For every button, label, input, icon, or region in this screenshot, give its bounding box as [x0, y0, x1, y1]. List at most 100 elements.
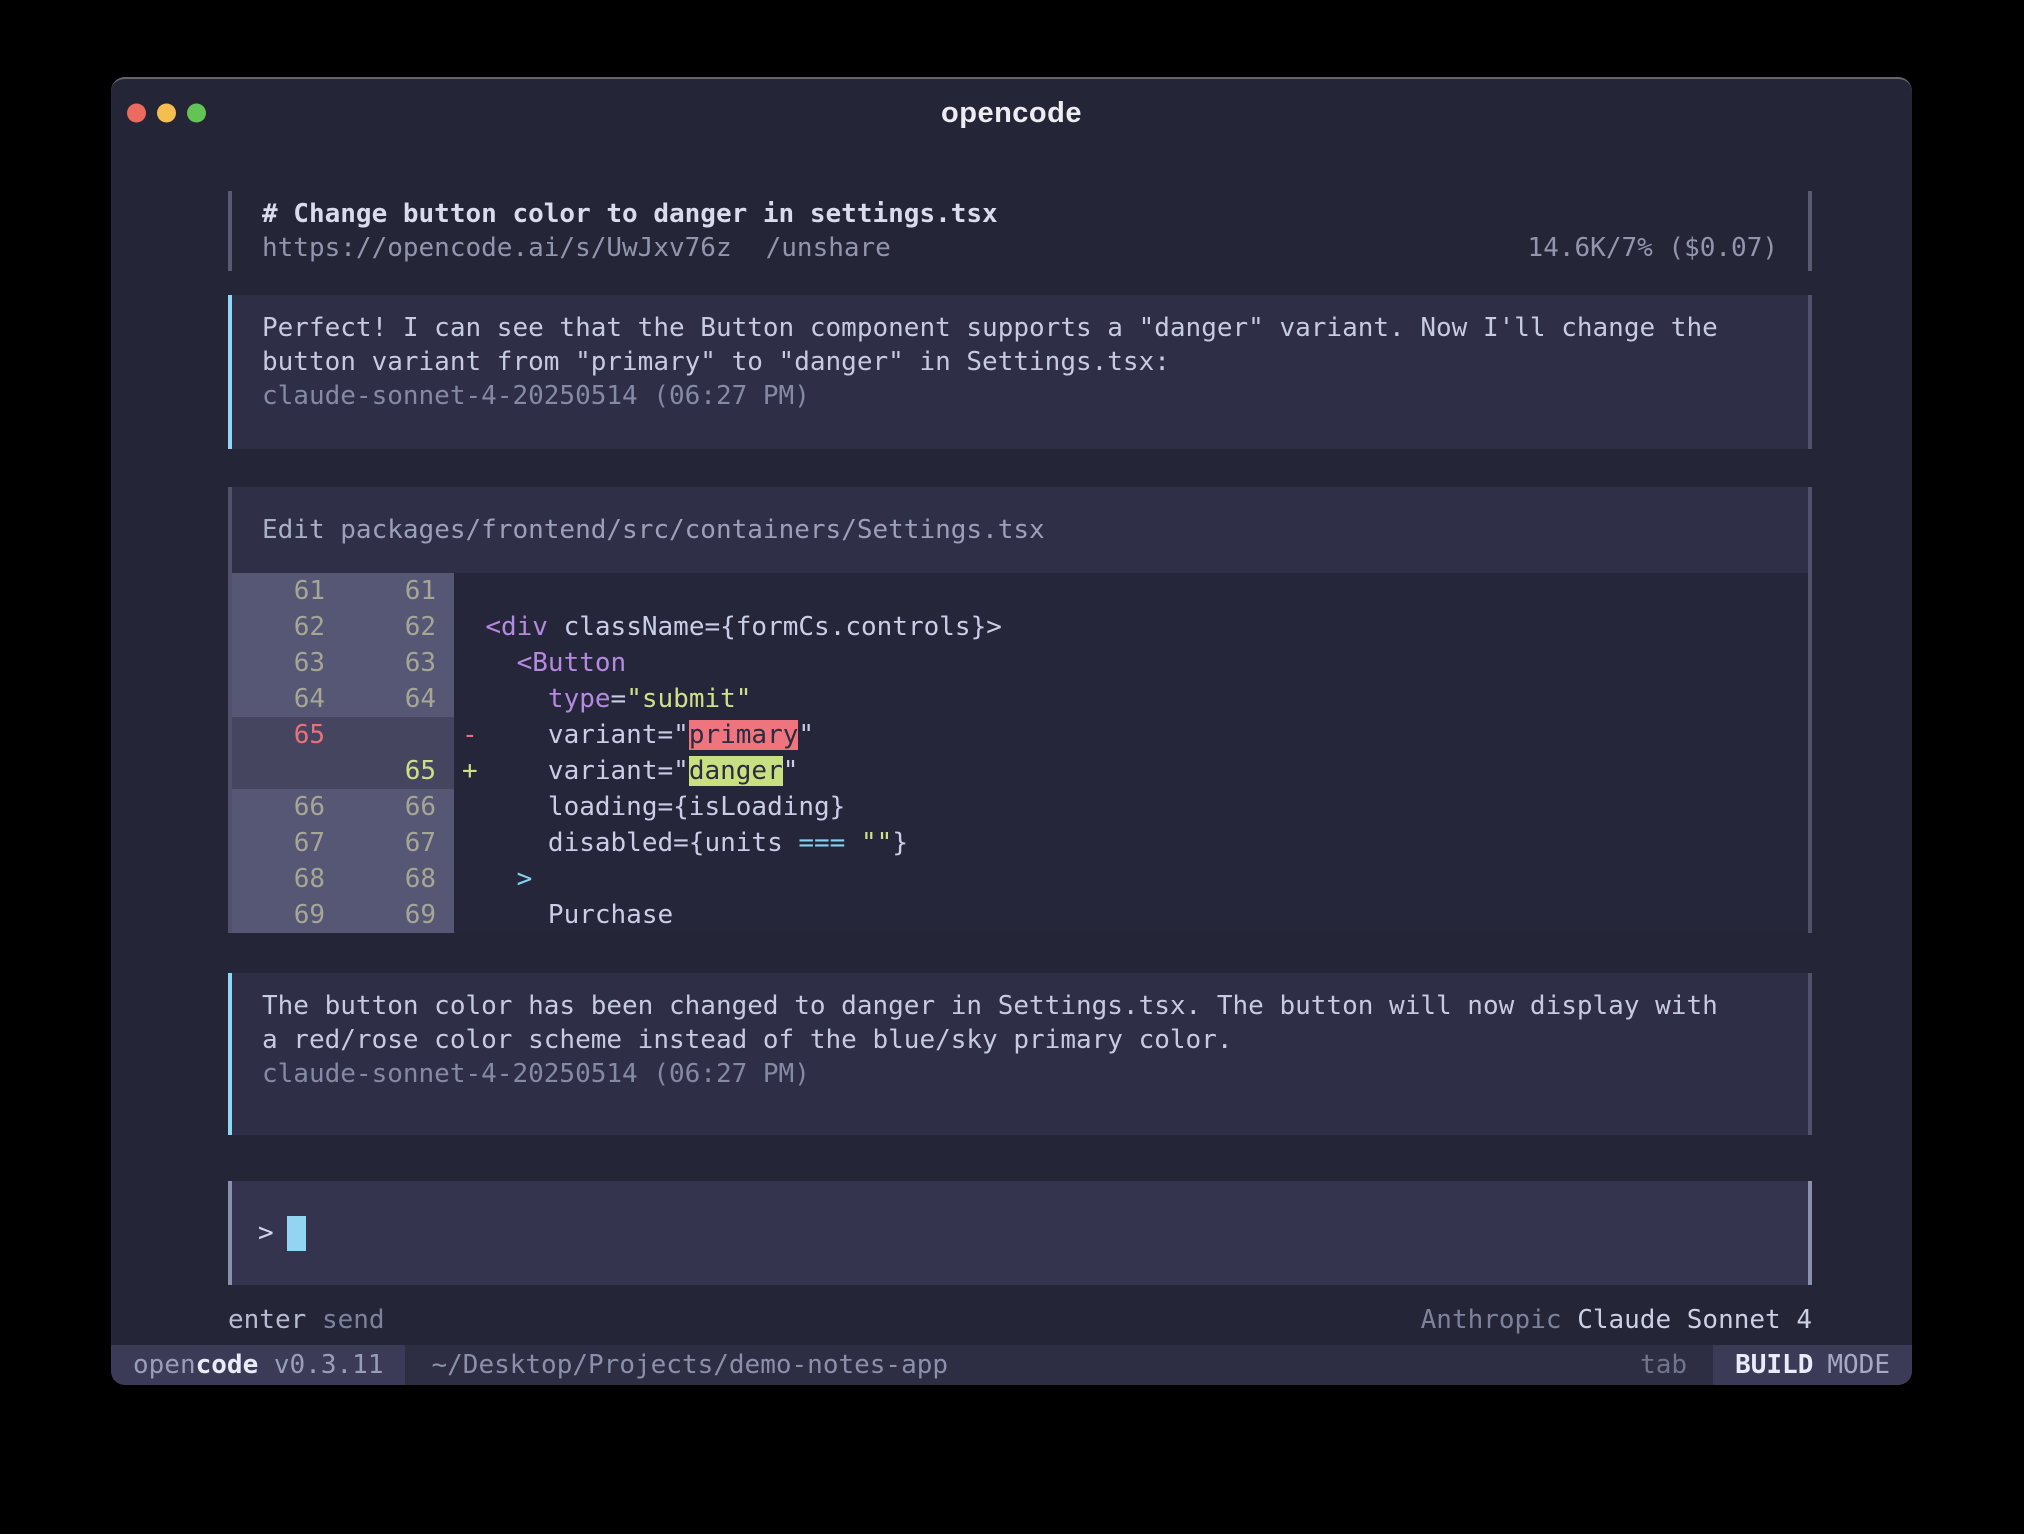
app-version-chip: opencode v0.3.11	[111, 1345, 405, 1385]
diff-row: 6767 disabled={units === ""}	[232, 825, 1808, 861]
code-token	[454, 648, 517, 678]
diff-new-line-number: 62	[343, 609, 454, 645]
diff-code-cell: + variant="danger"	[454, 753, 1808, 789]
code-token	[454, 612, 485, 642]
close-button[interactable]	[127, 104, 146, 123]
diff-new-line-number: 67	[343, 825, 454, 861]
mode-name: BUILD	[1735, 1350, 1813, 1380]
diff-old-line-number: 63	[232, 645, 343, 681]
diff-new-line-number: 65	[343, 753, 454, 789]
diff-row: 6464 type="submit"	[232, 681, 1808, 717]
code-token: ""	[861, 828, 892, 858]
diff-table: 61616262 <div className={formCs.controls…	[232, 573, 1808, 933]
status-bar: opencode v0.3.11 ~/Desktop/Projects/demo…	[111, 1345, 1912, 1385]
code-token: <div	[485, 612, 548, 642]
message-line: The button color has been changed to dan…	[262, 989, 1778, 1023]
app-name-open: open	[133, 1350, 196, 1380]
diff-removed-marker: -	[462, 717, 478, 753]
diff-old-line-number: 61	[232, 573, 343, 609]
edit-tool-card: Edit packages/frontend/src/containers/Se…	[228, 487, 1812, 933]
app-window: opencode # Change button color to danger…	[111, 77, 1912, 1385]
code-token	[845, 828, 861, 858]
share-url-link[interactable]: https://opencode.ai/s/UwJxv76z	[262, 231, 732, 265]
provider-name: Anthropic	[1421, 1305, 1562, 1335]
diff-old-line-number: 64	[232, 681, 343, 717]
diff-row: 6969 Purchase	[232, 897, 1808, 933]
enter-key-hint: enter	[228, 1305, 306, 1335]
context-stats: 14.6K/7% ($0.07)	[1528, 231, 1778, 265]
diff-code-line: Purchase	[454, 900, 673, 930]
diff-code-cell: loading={isLoading}	[454, 789, 1808, 825]
diff-new-line-number: 64	[343, 681, 454, 717]
diff-new-line-number: 61	[343, 573, 454, 609]
session-share-row: https://opencode.ai/s/UwJxv76z /unshare	[262, 231, 891, 265]
diff-new-line-number: 63	[343, 645, 454, 681]
working-directory: ~/Desktop/Projects/demo-notes-app	[431, 1350, 948, 1380]
code-token: "submit"	[626, 684, 751, 714]
code-token: disabled={units	[454, 828, 798, 858]
session-title: # Change button color to danger in setti…	[262, 197, 1778, 231]
unshare-command[interactable]: /unshare	[766, 231, 891, 265]
diff-code-line: variant="danger"	[454, 756, 798, 786]
code-token: ===	[798, 828, 845, 858]
diff-row: 6262 <div className={formCs.controls}>	[232, 609, 1808, 645]
mode-suffix: MODE	[1827, 1350, 1890, 1380]
minimize-button[interactable]	[157, 104, 176, 123]
message-line: button variant from "primary" to "danger…	[262, 345, 1778, 379]
message-model-meta: claude-sonnet-4-20250514 (06:27 PM)	[262, 379, 1778, 413]
zoom-button[interactable]	[187, 104, 206, 123]
diff-code-line: disabled={units === ""}	[454, 828, 908, 858]
diff-code-cell: >	[454, 861, 1808, 897]
diff-code-cell: - variant="primary"	[454, 717, 1808, 753]
diff-code-cell: <Button	[454, 645, 1808, 681]
diff-code-cell: <div className={formCs.controls}>	[454, 609, 1808, 645]
code-token: "	[798, 720, 814, 750]
code-token: loading={isLoading}	[454, 792, 845, 822]
code-token: =	[611, 684, 627, 714]
message-line: a red/rose color scheme instead of the b…	[262, 1023, 1778, 1057]
diff-code-line: type="submit"	[454, 684, 751, 714]
diff-code-line: variant="primary"	[454, 720, 814, 750]
code-token: <Button	[517, 648, 627, 678]
code-token: danger	[689, 756, 783, 786]
app-name-code: code	[196, 1350, 259, 1380]
diff-code-line: <Button	[454, 648, 626, 678]
diff-old-line-number: 62	[232, 609, 343, 645]
diff-row: 6161	[232, 573, 1808, 609]
send-hint: enter send	[228, 1303, 385, 1337]
diff-row: 65- variant="primary"	[232, 717, 1808, 753]
diff-code-cell: Purchase	[454, 897, 1808, 933]
diff-added-marker: +	[462, 753, 478, 789]
code-token: primary	[689, 720, 799, 750]
model-name: Claude Sonnet 4	[1577, 1305, 1812, 1335]
code-token: type	[548, 684, 611, 714]
diff-new-line-number	[343, 717, 454, 753]
edit-file-path: packages/frontend/src/containers/Setting…	[340, 515, 1044, 545]
diff-row: 6666 loading={isLoading}	[232, 789, 1808, 825]
send-action-hint: send	[322, 1305, 385, 1335]
diff-row: 6868 >	[232, 861, 1808, 897]
code-token: }	[892, 828, 908, 858]
assistant-message: The button color has been changed to dan…	[228, 973, 1812, 1135]
tab-key-hint: tab	[1640, 1350, 1687, 1380]
mode-chip[interactable]: BUILD MODE	[1713, 1345, 1912, 1385]
diff-new-line-number: 68	[343, 861, 454, 897]
diff-row: 65+ variant="danger"	[232, 753, 1808, 789]
diff-code-line: >	[454, 864, 532, 894]
message-line: Perfect! I can see that the Button compo…	[262, 311, 1778, 345]
diff-code-line: <div className={formCs.controls}>	[454, 612, 1002, 642]
app-version-number: v0.3.11	[274, 1350, 384, 1380]
prompt-input[interactable]: >	[228, 1181, 1812, 1285]
diff-old-line-number: 66	[232, 789, 343, 825]
edit-tool-label: Edit	[262, 515, 325, 545]
diff-old-line-number: 68	[232, 861, 343, 897]
session-header: # Change button color to danger in setti…	[228, 191, 1812, 271]
diff-row: 6363 <Button	[232, 645, 1808, 681]
code-token: variant="	[454, 720, 689, 750]
message-model-meta: claude-sonnet-4-20250514 (06:27 PM)	[262, 1057, 1778, 1091]
diff-old-line-number: 67	[232, 825, 343, 861]
prompt-char: >	[258, 1218, 274, 1248]
traffic-lights	[127, 104, 206, 123]
diff-code-line: loading={isLoading}	[454, 792, 845, 822]
main-content: # Change button color to danger in setti…	[228, 79, 1812, 1337]
